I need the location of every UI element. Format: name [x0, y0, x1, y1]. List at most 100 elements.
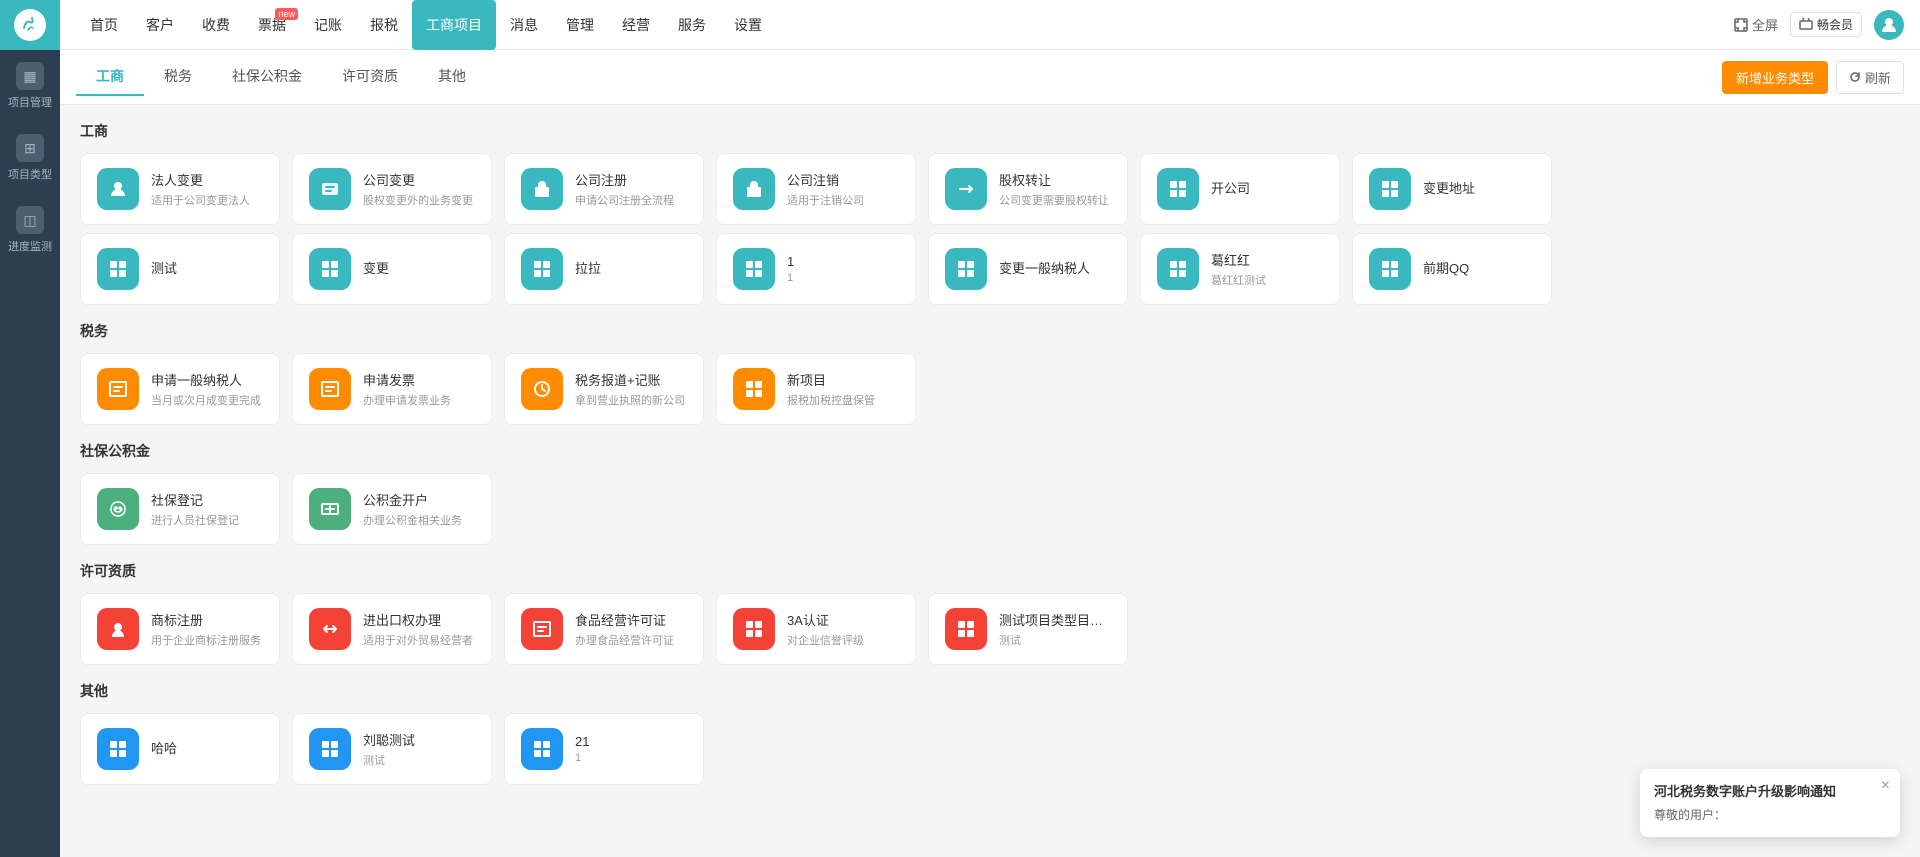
card-fund-account[interactable]: 公积金开户 办理公积金相关业务 — [292, 473, 492, 545]
fund-account-icon — [309, 488, 351, 530]
card-company-cancel[interactable]: 公司注销 适用于注销公司 — [716, 153, 916, 225]
apply-invoice-icon — [309, 368, 351, 410]
social-card-grid: 社保登记 进行人员社保登记 公积金开户 办理公积金相关业务 — [80, 473, 1900, 545]
main-area: 首页 客户 收费 票据 new 记账 报税 工商项目 消息 管理 经营 服务 设… — [60, 0, 1920, 857]
card-one[interactable]: 1 1 — [716, 233, 916, 305]
card-company-register-desc: 申请公司注册全流程 — [575, 192, 687, 208]
card-trademark[interactable]: 商标注册 用于企业商标注册服务 — [80, 593, 280, 665]
section-title-tax: 税务 — [80, 321, 1900, 341]
sidebar-logo[interactable] — [0, 0, 60, 50]
change-address-icon — [1369, 168, 1411, 210]
refresh-button[interactable]: 刷新 — [1836, 61, 1904, 94]
card-one-name: 1 — [787, 254, 899, 269]
project-mgmt-icon: ▦ — [16, 62, 44, 90]
nav-message[interactable]: 消息 — [496, 0, 552, 50]
add-type-button[interactable]: 新增业务类型 — [1722, 61, 1828, 94]
card-lala-name: 拉拉 — [575, 258, 687, 277]
card-twenty-one[interactable]: 21 1 — [504, 713, 704, 785]
card-import-export[interactable]: 进出口权办理 适用于对外贸易经营者 — [292, 593, 492, 665]
nav-home[interactable]: 首页 — [76, 0, 132, 50]
nav-settings[interactable]: 设置 — [720, 0, 776, 50]
card-open-company[interactable]: 开公司 — [1140, 153, 1340, 225]
card-liu-test-desc: 测试 — [363, 752, 475, 768]
fullscreen-button[interactable]: 全屏 — [1734, 15, 1778, 34]
card-front-qq[interactable]: 前期QQ — [1352, 233, 1552, 305]
toolbar-right: 新增业务类型 刷新 — [1722, 61, 1904, 94]
sidebar-item-project-type[interactable]: ⊞ 项目类型 — [0, 122, 60, 194]
card-test-name: 测试 — [151, 258, 263, 277]
card-social-register[interactable]: 社保登记 进行人员社保登记 — [80, 473, 280, 545]
notification-close-button[interactable]: × — [1881, 777, 1890, 795]
nav-bookkeeping[interactable]: 记账 — [300, 0, 356, 50]
card-mahonghong[interactable]: 葛红红 葛红红测试 — [1140, 233, 1340, 305]
card-change-address[interactable]: 变更地址 — [1352, 153, 1552, 225]
card-company-change[interactable]: 公司变更 股权变更外的业务变更 — [292, 153, 492, 225]
project-type-icon: ⊞ — [16, 134, 44, 162]
nav-industry[interactable]: 工商项目 — [412, 0, 496, 50]
sidebar-item-progress-monitor[interactable]: ◫ 进度监测 — [0, 194, 60, 266]
front-qq-icon — [1369, 248, 1411, 290]
card-fund-account-desc: 办理公积金相关业务 — [363, 512, 475, 528]
social-register-icon — [97, 488, 139, 530]
card-tax-report-name: 税务报道+记账 — [575, 370, 687, 389]
card-new-project[interactable]: 新项目 报税加税控盘保管 — [716, 353, 916, 425]
industry-card-grid-2: 测试 变更 — [80, 233, 1900, 305]
tab-social[interactable]: 社保公积金 — [212, 58, 322, 96]
apply-taxpayer-icon — [97, 368, 139, 410]
app-logo-icon — [14, 9, 46, 41]
card-equity-transfer[interactable]: 股权转让 公司变更需要股权转让 — [928, 153, 1128, 225]
card-legal-change[interactable]: 法人变更 适用于公司变更法人 — [80, 153, 280, 225]
card-tax-report[interactable]: 税务报道+记账 拿到营业执照的新公司 — [504, 353, 704, 425]
card-legal-change-name: 法人变更 — [151, 170, 263, 189]
sidebar: ▦ 项目管理 ⊞ 项目类型 ◫ 进度监测 — [0, 0, 60, 857]
company-cancel-icon — [733, 168, 775, 210]
nav-service[interactable]: 服务 — [664, 0, 720, 50]
section-title-other: 其他 — [80, 681, 1900, 701]
card-test[interactable]: 测试 — [80, 233, 280, 305]
card-3a-cert[interactable]: 3A认证 对企业信誉评级 — [716, 593, 916, 665]
tab-industry[interactable]: 工商 — [76, 58, 144, 96]
twenty-one-icon — [521, 728, 563, 770]
nav-ticket[interactable]: 票据 new — [244, 0, 300, 50]
card-company-change-desc: 股权变更外的业务变更 — [363, 192, 475, 208]
card-twenty-one-name: 21 — [575, 734, 687, 749]
nav-billing[interactable]: 收费 — [188, 0, 244, 50]
card-equity-transfer-name: 股权转让 — [999, 170, 1111, 189]
card-apply-invoice[interactable]: 申请发票 办理申请发票业务 — [292, 353, 492, 425]
nav-tax[interactable]: 报税 — [356, 0, 412, 50]
card-change-name: 变更 — [363, 258, 475, 277]
member-button[interactable]: 畅会员 — [1790, 12, 1862, 37]
card-equity-transfer-desc: 公司变更需要股权转让 — [999, 192, 1111, 208]
tab-license[interactable]: 许可资质 — [322, 58, 418, 96]
card-change-taxpayer[interactable]: 变更一般纳税人 — [928, 233, 1128, 305]
card-apply-taxpayer[interactable]: 申请一般纳税人 当月或次月成变更完成 — [80, 353, 280, 425]
card-food-license-desc: 办理食品经营许可证 — [575, 632, 687, 648]
nav-manage[interactable]: 管理 — [552, 0, 608, 50]
sidebar-item-project-mgmt[interactable]: ▦ 项目管理 — [0, 50, 60, 122]
card-company-register[interactable]: 公司注册 申请公司注册全流程 — [504, 153, 704, 225]
3a-cert-icon — [733, 608, 775, 650]
card-change[interactable]: 变更 — [292, 233, 492, 305]
card-lala[interactable]: 拉拉 — [504, 233, 704, 305]
card-test-type[interactable]: 测试项目类型目定义 测试 — [928, 593, 1128, 665]
card-haha[interactable]: 哈哈 — [80, 713, 280, 785]
tab-tax[interactable]: 税务 — [144, 58, 212, 96]
nav-operation[interactable]: 经营 — [608, 0, 664, 50]
change-taxpayer-icon — [945, 248, 987, 290]
card-trademark-desc: 用于企业商标注册服务 — [151, 632, 263, 648]
equity-transfer-icon — [945, 168, 987, 210]
card-company-register-name: 公司注册 — [575, 170, 687, 189]
open-company-icon — [1157, 168, 1199, 210]
card-food-license[interactable]: 食品经营许可证 办理食品经营许可证 — [504, 593, 704, 665]
liu-test-icon — [309, 728, 351, 770]
card-change-taxpayer-name: 变更一般纳税人 — [999, 258, 1111, 277]
tab-other[interactable]: 其他 — [418, 58, 486, 96]
card-legal-change-desc: 适用于公司变更法人 — [151, 192, 263, 208]
tax-card-grid: 申请一般纳税人 当月或次月成变更完成 申请发票 办理申请发票业务 — [80, 353, 1900, 425]
card-fund-account-name: 公积金开户 — [363, 490, 475, 509]
notification-title: 河北税务数字账户升级影响通知 — [1654, 781, 1886, 800]
card-3a-cert-name: 3A认证 — [787, 610, 899, 629]
user-avatar[interactable] — [1874, 10, 1904, 40]
nav-client[interactable]: 客户 — [132, 0, 188, 50]
card-liu-test[interactable]: 刘聪测试 测试 — [292, 713, 492, 785]
